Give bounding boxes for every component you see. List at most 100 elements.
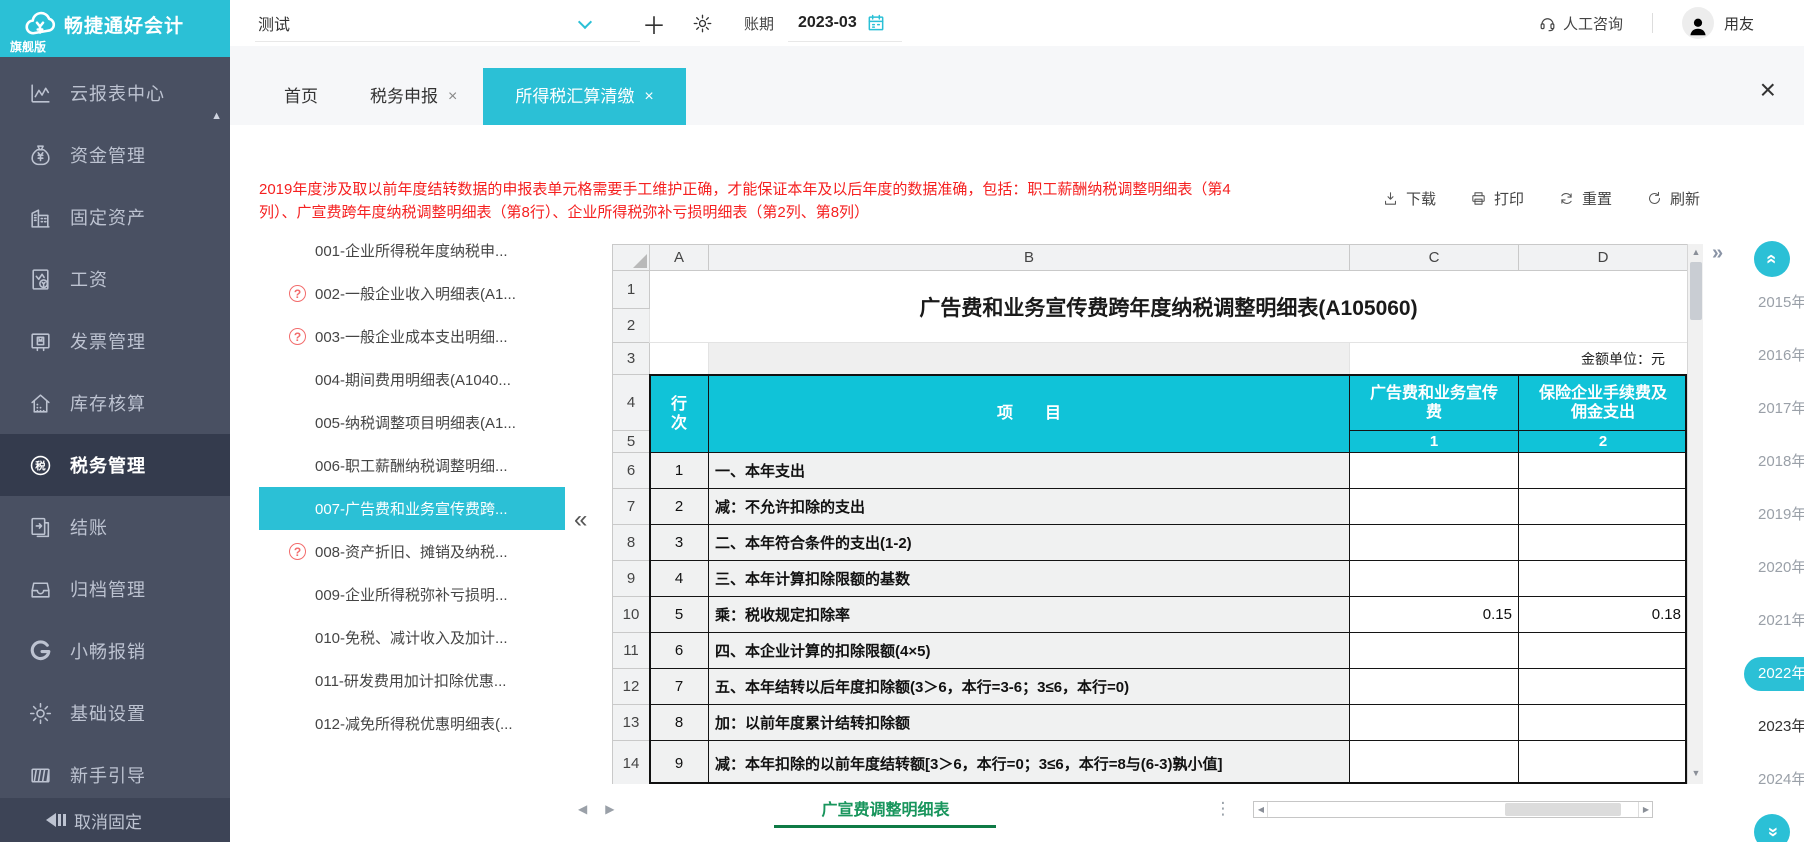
header-col-number-2[interactable]: 2 <box>1518 430 1688 453</box>
cell-ad-value[interactable] <box>1349 524 1519 561</box>
sidebar-item-3[interactable]: 固定资产 <box>0 186 230 248</box>
row-number[interactable]: 3 <box>612 342 650 375</box>
sidebar-item-9[interactable]: 归档管理 <box>0 558 230 620</box>
row-number[interactable]: 7 <box>612 488 650 525</box>
calendar-icon[interactable] <box>866 0 886 46</box>
collapse-panel-icon[interactable]: « <box>574 506 587 534</box>
sidebar-item-11[interactable]: 基础设置 <box>0 682 230 744</box>
header-ad-col[interactable]: 广告费和业务宣传费 <box>1349 374 1519 431</box>
tab-1[interactable]: 首页 <box>258 68 344 125</box>
sheet-tab[interactable]: 广宣费调整明细表 <box>774 790 997 828</box>
empty-cell[interactable] <box>708 342 1350 375</box>
year-label[interactable]: 2016年 <box>1744 339 1804 373</box>
header-insurance-col[interactable]: 保险企业手续费及佣金支出 <box>1518 374 1688 431</box>
sidebar-scroll-up-icon[interactable]: ▲ <box>211 110 222 122</box>
cell-insurance-value[interactable] <box>1518 452 1688 489</box>
expand-panel-icon[interactable]: » <box>1712 242 1723 265</box>
unit-note-cell[interactable]: 金额单位：元 <box>1349 342 1688 375</box>
sidebar-item-10[interactable]: 小畅报销 <box>0 620 230 682</box>
cell-ad-value[interactable] <box>1349 704 1519 741</box>
cell-insurance-value[interactable] <box>1518 560 1688 597</box>
column-header-D[interactable]: D <box>1518 244 1688 271</box>
form-item-12[interactable]: 012-减免所得税优惠明细表(... <box>259 702 565 745</box>
cell-ad-value[interactable] <box>1349 668 1519 705</box>
cell-item[interactable]: 五、本年结转以后年度扣除额(3＞6，本行=3-6；3≤6，本行=0) <box>708 668 1350 705</box>
cell-line-number[interactable]: 5 <box>649 596 709 633</box>
vertical-scrollbar[interactable]: ▲ ▼ <box>1687 244 1703 784</box>
sheet-title-cell[interactable]: 广告费和业务宣传费跨年度纳税调整明细表(A105060) <box>649 270 1688 343</box>
sheet-corner-cell[interactable] <box>612 244 650 271</box>
row-number[interactable]: 13 <box>612 704 650 741</box>
row-number[interactable]: 10 <box>612 596 650 633</box>
cell-ad-value[interactable] <box>1349 632 1519 669</box>
year-label[interactable]: 2018年 <box>1744 445 1804 479</box>
years-scroll-down-button[interactable]: « <box>1754 814 1790 842</box>
row-number[interactable]: 6 <box>612 452 650 489</box>
vertical-scroll-thumb[interactable] <box>1690 262 1702 320</box>
sidebar-item-6[interactable]: 库存核算 <box>0 372 230 434</box>
header-line-col[interactable]: 行次 <box>649 374 709 453</box>
sidebar-item-5[interactable]: 发票管理 <box>0 310 230 372</box>
refresh-button[interactable]: 刷新 <box>1646 188 1700 209</box>
add-account-button[interactable]: ＋ <box>642 0 666 46</box>
sidebar-item-4[interactable]: 工资 <box>0 248 230 310</box>
column-header-B[interactable]: B <box>708 244 1350 271</box>
sidebar-item-7[interactable]: 税 税务管理 <box>0 434 230 496</box>
cell-item[interactable]: 减：不允许扣除的支出 <box>708 488 1350 525</box>
sidebar-item-8[interactable]: 结账 <box>0 496 230 558</box>
form-item-10[interactable]: 010-免税、减计收入及加计... <box>259 616 565 659</box>
form-item-4[interactable]: 004-期间费用明细表(A1040... <box>259 358 565 401</box>
column-header-C[interactable]: C <box>1349 244 1519 271</box>
workspace-selector[interactable]: 测试 <box>258 0 290 46</box>
cell-ad-value[interactable]: 0.15 <box>1349 596 1519 633</box>
form-item-7[interactable]: 007-广告费和业务宣传费跨... <box>259 487 565 530</box>
years-scroll-up-button[interactable]: « <box>1754 241 1790 277</box>
cell-item[interactable]: 三、本年计算扣除限额的基数 <box>708 560 1350 597</box>
row-number[interactable]: 12 <box>612 668 650 705</box>
splitter-handle[interactable]: ⋮ <box>1214 799 1231 819</box>
cell-item[interactable]: 减：本年扣除的以前年度结转额[3＞6，本行=0；3≤6，本行=8与(6-3)孰小… <box>708 740 1350 784</box>
chevron-down-icon[interactable] <box>577 14 593 30</box>
cell-item[interactable]: 加：以前年度累计结转扣除额 <box>708 704 1350 741</box>
cell-insurance-value[interactable] <box>1518 632 1688 669</box>
cell-insurance-value[interactable] <box>1518 488 1688 525</box>
row-number[interactable]: 14 <box>612 740 650 784</box>
cell-insurance-value[interactable] <box>1518 740 1688 784</box>
row-number[interactable]: 1 <box>612 270 650 309</box>
horizontal-scroll-thumb[interactable] <box>1505 802 1621 816</box>
row-number[interactable]: 4 <box>612 374 650 431</box>
column-header-A[interactable]: A <box>649 244 709 271</box>
cell-ad-value[interactable] <box>1349 740 1519 784</box>
cell-insurance-value[interactable]: 0.18 <box>1518 596 1688 633</box>
unpin-sidebar-button[interactable]: 取消固定 <box>0 798 230 842</box>
close-tab-icon[interactable]: × <box>448 68 457 125</box>
cell-ad-value[interactable] <box>1349 452 1519 489</box>
cell-item[interactable]: 一、本年支出 <box>708 452 1350 489</box>
year-label[interactable]: 2020年 <box>1744 551 1804 585</box>
row-number[interactable]: 8 <box>612 524 650 561</box>
reset-button[interactable]: 重置 <box>1558 188 1612 209</box>
horizontal-scrollbar[interactable]: ◀ ▶ <box>1253 800 1654 818</box>
form-item-6[interactable]: 006-职工薪酬纳税调整明细... <box>259 444 565 487</box>
form-item-9[interactable]: 009-企业所得税弥补亏损明... <box>259 573 565 616</box>
year-label[interactable]: 2015年 <box>1744 286 1804 320</box>
cell-line-number[interactable]: 4 <box>649 560 709 597</box>
cell-insurance-value[interactable] <box>1518 704 1688 741</box>
scroll-up-icon[interactable]: ▲ <box>1688 244 1703 260</box>
support-button[interactable]: 人工咨询 <box>1538 0 1623 46</box>
cell-insurance-value[interactable] <box>1518 668 1688 705</box>
gear-icon[interactable] <box>692 0 713 46</box>
empty-cell[interactable] <box>649 342 709 375</box>
row-number[interactable]: 11 <box>612 632 650 669</box>
year-label[interactable]: 2022年 <box>1744 656 1804 691</box>
row-number[interactable]: 5 <box>612 430 650 453</box>
sidebar-item-12[interactable]: 新手引导 <box>0 744 230 806</box>
help-icon[interactable]: ? <box>289 543 306 560</box>
year-label[interactable]: 2017年 <box>1744 392 1804 426</box>
scroll-left-icon[interactable]: ◀ <box>1254 801 1269 817</box>
year-label[interactable]: 2019年 <box>1744 498 1804 532</box>
tab-3[interactable]: 所得税汇算清缴 × <box>483 68 686 125</box>
row-number[interactable]: 2 <box>612 308 650 343</box>
cell-line-number[interactable]: 8 <box>649 704 709 741</box>
header-col-number-1[interactable]: 1 <box>1349 430 1519 453</box>
